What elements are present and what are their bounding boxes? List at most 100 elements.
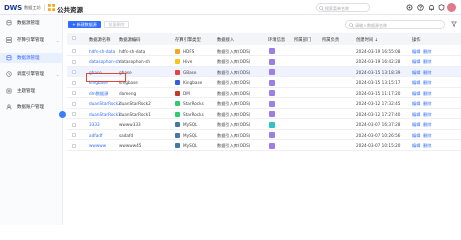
sidebar-item-account[interactable]: 数据账户管理 <box>0 102 63 112</box>
row-checkbox[interactable] <box>72 80 76 85</box>
chevron-down-icon: ⌄ <box>56 71 60 77</box>
user-avatar[interactable] <box>447 2 456 12</box>
table-row[interactable]: kingbase kingbase Kingbase 数据引入库(ODS) 2024-0… <box>67 78 461 88</box>
datasource-name-link[interactable]: hdfs-sh-data <box>89 49 115 54</box>
datasource-name-link[interactable]: adfadf <box>89 133 102 138</box>
env-info-badge[interactable] <box>269 142 275 149</box>
delete-button[interactable]: 删除 <box>423 70 431 76</box>
datasource-code: datasophon-sh <box>119 59 151 64</box>
sidebar-item-datasource-active[interactable]: 数据源管理 <box>0 53 63 63</box>
delete-button[interactable]: 删除 <box>423 101 431 107</box>
row-checkbox[interactable] <box>72 49 76 53</box>
edit-button[interactable]: 编辑 <box>412 133 420 139</box>
table-row[interactable]: wwwww wwwww45 MySQL 数据引入库(ODS) 2024-03-07 10… <box>67 141 461 151</box>
row-checkbox[interactable] <box>72 122 76 127</box>
created-time: 2024-03-19 16:55:08 <box>356 48 401 54</box>
edit-button[interactable]: 编辑 <box>412 49 420 55</box>
delete-button[interactable]: 删除 <box>423 80 431 86</box>
delete-button[interactable]: 删除 <box>423 91 431 97</box>
engine-type: StarRocks <box>183 101 204 106</box>
data-access: 数据引入库(ODS) <box>217 90 251 96</box>
edit-button[interactable]: 编辑 <box>412 122 420 128</box>
sidebar-item-label: 数据源管理 <box>17 21 40 26</box>
table-row[interactable]: duanStarRock1 duanStarRock1 StarRocks 数据引入库… <box>67 109 461 119</box>
sidebar-item-scheduler[interactable]: 调度引擎管理 ⌄ <box>0 69 63 79</box>
datasource-code: hdfs-sh-data <box>119 48 146 54</box>
batch-delete-button[interactable]: 批量删除 <box>104 21 129 28</box>
datasource-name-link[interactable]: datasophon-sh <box>89 59 120 64</box>
delete-button[interactable]: 删除 <box>423 59 431 65</box>
delete-button[interactable]: 删除 <box>423 112 431 118</box>
edit-button[interactable]: 编辑 <box>412 143 420 149</box>
env-info-badge[interactable] <box>269 100 275 107</box>
table-row[interactable]: adfadf sadafd MySQL 数据引入库(ODS) 2024-03-07 10… <box>67 130 461 140</box>
shield-icon[interactable] <box>438 3 445 11</box>
datasource-name-link[interactable]: 3333 <box>89 122 100 127</box>
datasource-code: duanStarRock2 <box>119 101 151 106</box>
env-info-badge[interactable] <box>269 69 275 75</box>
delete-button[interactable]: 删除 <box>423 49 431 55</box>
column-header-name[interactable]: 数据源名称 <box>89 37 110 43</box>
menu-search-input[interactable]: 搜索菜单名称 <box>316 3 370 12</box>
table-row[interactable]: duanStarRock2 duanStarRock2 StarRocks 数据引入库… <box>67 99 461 109</box>
datasource-search-input[interactable]: 请输入数据源名称 <box>345 20 445 29</box>
column-header-code[interactable]: 数据源编码 <box>119 37 140 43</box>
column-header-engine[interactable]: 存算引擎类型 <box>175 37 201 43</box>
engine-type: HDFS <box>183 48 195 54</box>
datasource-name-link[interactable]: duanStarRock1 <box>89 112 121 117</box>
sidebar-item-label: 数据源管理 <box>17 56 40 61</box>
row-checkbox[interactable] <box>72 101 76 106</box>
datasource-name-link[interactable]: wwwww <box>89 143 106 148</box>
env-info-badge[interactable] <box>269 111 275 117</box>
sidebar-item-datasource[interactable]: 数据源管理 <box>0 18 63 28</box>
column-header-department[interactable]: 所属部门 <box>294 37 311 43</box>
env-info-badge[interactable] <box>269 121 275 128</box>
settings-icon[interactable] <box>406 4 413 11</box>
edit-button[interactable]: 编辑 <box>412 91 420 97</box>
edit-button[interactable]: 编辑 <box>412 101 420 107</box>
env-info-badge[interactable] <box>269 48 275 54</box>
sidebar-item-storage-engine[interactable]: 存算引擎管理 ⌄ <box>0 35 63 45</box>
select-all-checkbox[interactable] <box>72 36 76 40</box>
table-row[interactable]: datasophon-sh datasophon-sh Hive 数据引入库(ODS)… <box>67 57 461 67</box>
table-row[interactable]: hdfs-sh-data hdfs-sh-data HDFS 数据引入库(ODS) 20… <box>67 46 461 56</box>
brand-subtitle: 数据工坊 <box>23 4 41 10</box>
edit-button[interactable]: 编辑 <box>412 70 420 76</box>
table-row[interactable]: 3333 wwww333 MySQL 数据引入库(ODS) 2024-03-07 16:… <box>67 120 461 130</box>
table-row[interactable]: dm数据源 dameng DM 数据引入库(ODS) 2024-03-15 11:17:… <box>67 88 461 98</box>
brand-logo[interactable]: DWS 数据工坊 <box>4 4 41 12</box>
app-grid-icon[interactable] <box>48 4 55 11</box>
filter-icon[interactable] <box>451 21 457 27</box>
row-checkbox[interactable] <box>72 143 76 148</box>
row-checkbox[interactable] <box>72 70 76 74</box>
row-checkbox[interactable] <box>72 91 76 95</box>
help-icon[interactable] <box>417 3 424 11</box>
delete-button[interactable]: 删除 <box>423 133 431 139</box>
env-info-badge[interactable] <box>269 58 275 65</box>
edit-button[interactable]: 编辑 <box>412 59 420 65</box>
column-header-created[interactable]: 创建时间 ↓ <box>356 37 378 43</box>
edit-button[interactable]: 编辑 <box>412 80 420 86</box>
column-header-access[interactable]: 数据接入 <box>217 37 234 43</box>
column-header-owner[interactable]: 所属负责 <box>322 37 339 43</box>
column-header-env[interactable]: 环境信息 <box>268 37 285 43</box>
table-row[interactable]: gbase gbase GBase 数据引入库(ODS) 2024-03-15 13:1… <box>67 67 461 77</box>
edit-button[interactable]: 编辑 <box>412 112 420 118</box>
engine-type: Kingbase <box>183 80 203 85</box>
datasource-name-link[interactable]: dm数据源 <box>89 91 108 97</box>
delete-button[interactable]: 删除 <box>423 143 431 149</box>
row-checkbox[interactable] <box>72 59 76 64</box>
row-checkbox[interactable] <box>72 133 76 137</box>
row-checkbox[interactable] <box>72 112 76 116</box>
env-info-badge[interactable] <box>269 79 275 86</box>
new-datasource-button[interactable]: + 新建数据源 <box>68 21 101 28</box>
env-info-badge[interactable] <box>269 90 275 96</box>
topic-icon <box>6 88 12 94</box>
collapse-sidebar-handle[interactable] <box>59 111 66 118</box>
sidebar-item-topic[interactable]: 主题管理 <box>0 86 63 96</box>
notification-icon[interactable] <box>428 4 435 11</box>
created-time: 2024-03-15 13:15:17 <box>356 80 401 85</box>
delete-button[interactable]: 删除 <box>423 122 431 128</box>
datasource-name-link[interactable]: duanStarRock2 <box>89 101 121 106</box>
env-info-badge[interactable] <box>269 132 275 138</box>
